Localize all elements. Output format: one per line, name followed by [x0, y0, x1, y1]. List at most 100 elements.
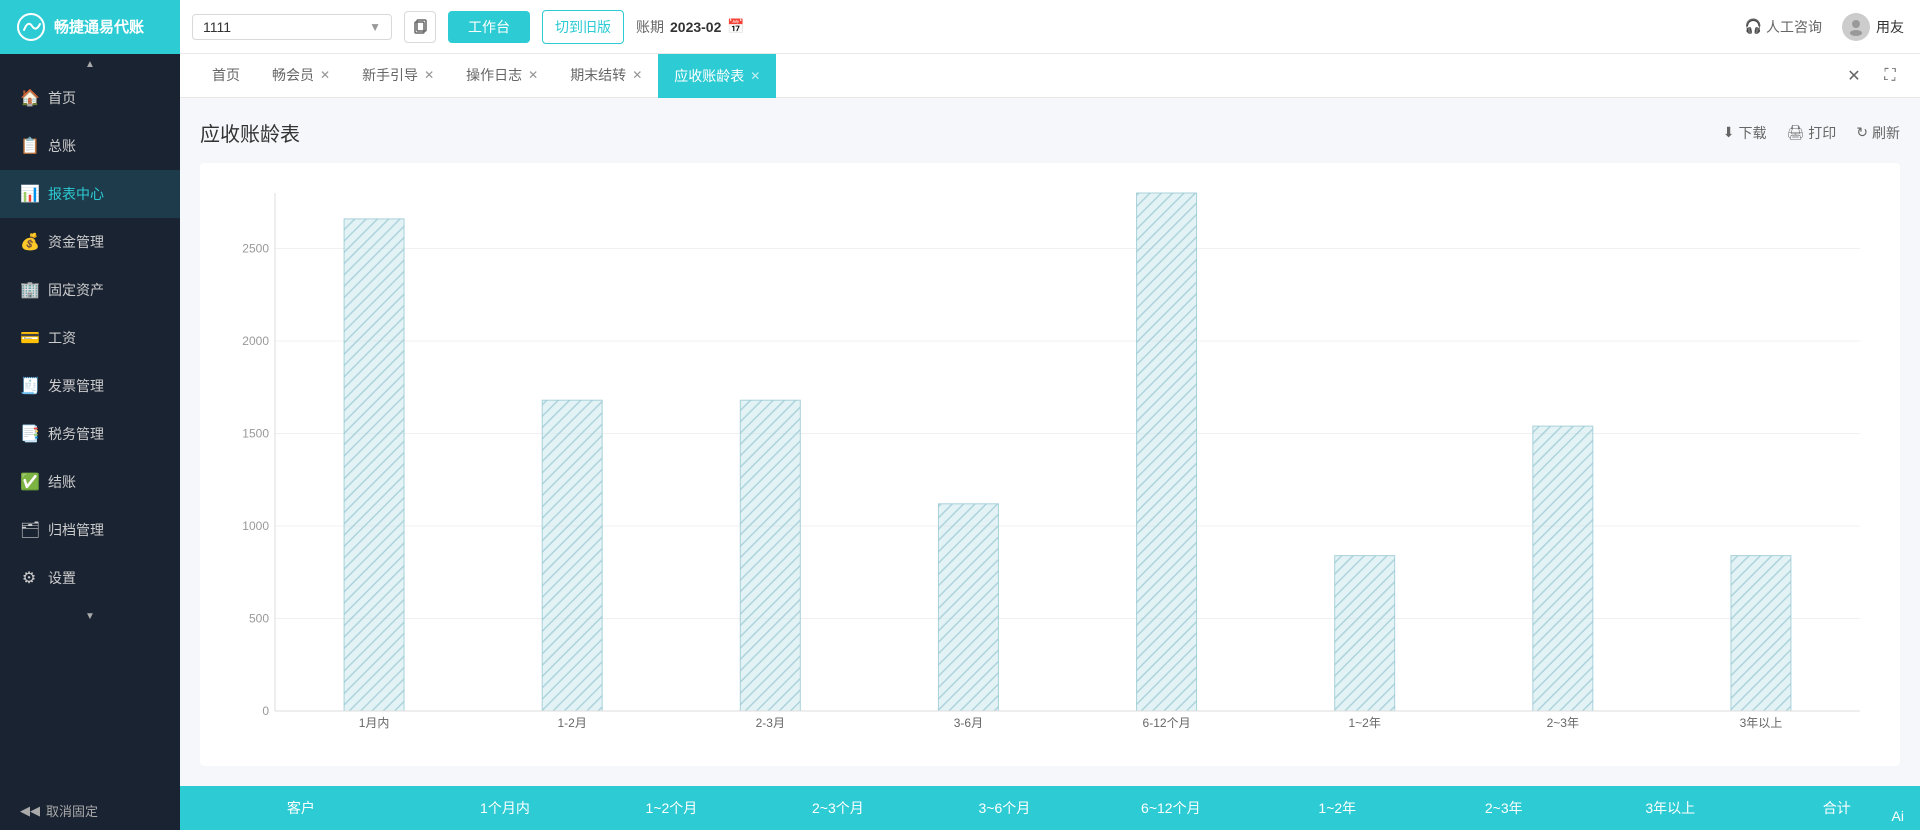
- company-name: 1111: [203, 19, 363, 35]
- period-area: 账期 2023-02 📅: [636, 17, 745, 37]
- page-title: 应收账龄表: [200, 118, 300, 147]
- user-area[interactable]: 用友: [1842, 13, 1904, 41]
- top-right-area: 🎧 人工咨询 用友: [1745, 13, 1904, 41]
- sidebar-item-checkout[interactable]: ✅ 结账: [0, 458, 180, 506]
- period-value: 2023-02: [670, 19, 721, 35]
- tab-log[interactable]: 操作日志 ✕: [450, 54, 554, 98]
- avatar: [1842, 13, 1870, 41]
- table-header-1: 1个月内: [422, 798, 588, 818]
- sidebar-item-tax[interactable]: 📑 税务管理: [0, 410, 180, 458]
- sidebar-item-invoice[interactable]: 🧾 发票管理: [0, 362, 180, 410]
- sidebar-label-settings: 设置: [48, 568, 76, 588]
- logo-text: 畅捷通易代账: [54, 16, 144, 37]
- switch-version-button[interactable]: 切到旧版: [542, 10, 624, 44]
- sidebar-scroll-down[interactable]: ▼: [0, 606, 180, 626]
- top-bar: 畅捷通易代账 1111 ▼ 工作台 切到旧版 账期 2023-02 📅 🎧 人工…: [0, 0, 1920, 54]
- tax-icon: 📑: [20, 424, 38, 444]
- tab-log-label: 操作日志: [466, 65, 522, 85]
- copy-button[interactable]: [404, 11, 436, 43]
- refresh-icon: ↻: [1856, 124, 1868, 141]
- tab-home[interactable]: 首页: [196, 54, 256, 98]
- sidebar-item-home[interactable]: 🏠 首页: [0, 74, 180, 122]
- tab-yearend-close[interactable]: ✕: [632, 68, 642, 82]
- assets-icon: 🏢: [20, 280, 38, 300]
- refresh-label: 刷新: [1872, 123, 1900, 143]
- close-all-button[interactable]: ✕: [1840, 62, 1868, 90]
- svg-text:2-3月: 2-3月: [756, 716, 785, 730]
- period-label: 账期: [636, 17, 664, 37]
- sidebar-label-home: 首页: [48, 88, 76, 108]
- page-header: 应收账龄表 ⬇ 下载 🖨 打印 ↻ 刷新: [200, 118, 1900, 147]
- sidebar-label-assets: 固定资产: [48, 280, 104, 300]
- tab-actions: ✕ ⛶: [1840, 62, 1904, 90]
- home-icon: 🏠: [20, 88, 38, 108]
- tab-log-close[interactable]: ✕: [528, 68, 538, 82]
- refresh-button[interactable]: ↻ 刷新: [1856, 123, 1900, 143]
- svg-text:2000: 2000: [242, 334, 269, 348]
- table-header-0: 客户: [180, 798, 422, 818]
- archive-icon: 🗂: [20, 520, 38, 540]
- copy-icon: [412, 19, 428, 35]
- workbench-button[interactable]: 工作台: [448, 11, 530, 43]
- sidebar-item-archive[interactable]: 🗂 归档管理: [0, 506, 180, 554]
- download-icon: ⬇: [1723, 124, 1735, 141]
- table-header-8: 3年以上: [1587, 798, 1753, 818]
- sidebar-item-assets[interactable]: 🏢 固定资产: [0, 266, 180, 314]
- calendar-icon[interactable]: 📅: [727, 18, 744, 35]
- sidebar-item-finance[interactable]: 💰 资金管理: [0, 218, 180, 266]
- tab-yearend-label: 期末结转: [570, 65, 626, 85]
- consult-label: 人工咨询: [1766, 17, 1822, 37]
- sidebar-item-report[interactable]: 📊 报表中心: [0, 170, 180, 218]
- sidebar-scroll-up[interactable]: ▲: [0, 54, 180, 74]
- settings-icon: ⚙: [20, 568, 38, 588]
- logo-area: 畅捷通易代账: [0, 0, 180, 54]
- chart-area: 05001000150020002500 1月内 1-2月 2-3月 3-6月 …: [220, 183, 1880, 746]
- sidebar-label-salary: 工资: [48, 328, 76, 348]
- consult-button[interactable]: 🎧 人工咨询: [1745, 17, 1822, 37]
- svg-text:2~3年: 2~3年: [1547, 716, 1579, 730]
- tab-aging[interactable]: 应收账龄表 ✕: [658, 54, 776, 98]
- download-button[interactable]: ⬇ 下载: [1723, 123, 1767, 143]
- tab-home-label: 首页: [212, 65, 240, 85]
- print-icon: 🖨: [1786, 124, 1804, 141]
- tab-guide-label: 新手引导: [362, 65, 418, 85]
- expand-button[interactable]: ⛶: [1876, 62, 1904, 90]
- unpin-label: 取消固定: [46, 801, 98, 820]
- page-content: 应收账龄表 ⬇ 下载 🖨 打印 ↻ 刷新: [180, 98, 1920, 786]
- svg-text:1500: 1500: [242, 427, 269, 441]
- tab-member-close[interactable]: ✕: [320, 68, 330, 82]
- headset-icon: 🎧: [1745, 18, 1762, 35]
- table-header-7: 2~3年: [1421, 798, 1587, 818]
- print-button[interactable]: 🖨 打印: [1786, 123, 1836, 143]
- chart-container: 05001000150020002500 1月内 1-2月 2-3月 3-6月 …: [200, 163, 1900, 766]
- sidebar-item-settings[interactable]: ⚙ 设置: [0, 554, 180, 602]
- tab-aging-close[interactable]: ✕: [750, 69, 760, 83]
- report-icon: 📊: [20, 184, 38, 204]
- chevron-down-icon: ▼: [369, 20, 381, 34]
- svg-text:6-12个月: 6-12个月: [1143, 716, 1191, 730]
- salary-icon: 💳: [20, 328, 38, 348]
- sidebar-item-salary[interactable]: 💳 工资: [0, 314, 180, 362]
- svg-text:2500: 2500: [242, 242, 269, 256]
- svg-text:1~2年: 1~2年: [1349, 716, 1381, 730]
- finance-icon: 💰: [20, 232, 38, 252]
- tab-yearend[interactable]: 期末结转 ✕: [554, 54, 658, 98]
- checkout-icon: ✅: [20, 472, 38, 492]
- sidebar-label-ledger: 总账: [48, 136, 76, 156]
- invoice-icon: 🧾: [20, 376, 38, 396]
- ai-button[interactable]: Ai: [1876, 802, 1920, 830]
- sidebar-item-ledger[interactable]: 📋 总账: [0, 122, 180, 170]
- tab-aging-label: 应收账龄表: [674, 66, 744, 86]
- main-layout: ▲ 🏠 首页 📋 总账 📊 报表中心 💰 资金管理 🏢 固定资产 💳 工资 🧾 …: [0, 54, 1920, 830]
- tab-guide-close[interactable]: ✕: [424, 68, 434, 82]
- sidebar-unpin-button[interactable]: ◀◀ 取消固定: [0, 791, 180, 830]
- sidebar-label-report: 报表中心: [48, 184, 104, 204]
- table-header-2: 1~2个月: [588, 798, 754, 818]
- tab-member[interactable]: 畅会员 ✕: [256, 54, 346, 98]
- table-header-3: 2~3个月: [755, 798, 921, 818]
- download-label: 下载: [1738, 123, 1766, 143]
- company-selector[interactable]: 1111 ▼: [192, 14, 392, 40]
- tab-guide[interactable]: 新手引导 ✕: [346, 54, 450, 98]
- table-header-5: 6~12个月: [1088, 798, 1254, 818]
- svg-text:1月内: 1月内: [359, 716, 390, 730]
